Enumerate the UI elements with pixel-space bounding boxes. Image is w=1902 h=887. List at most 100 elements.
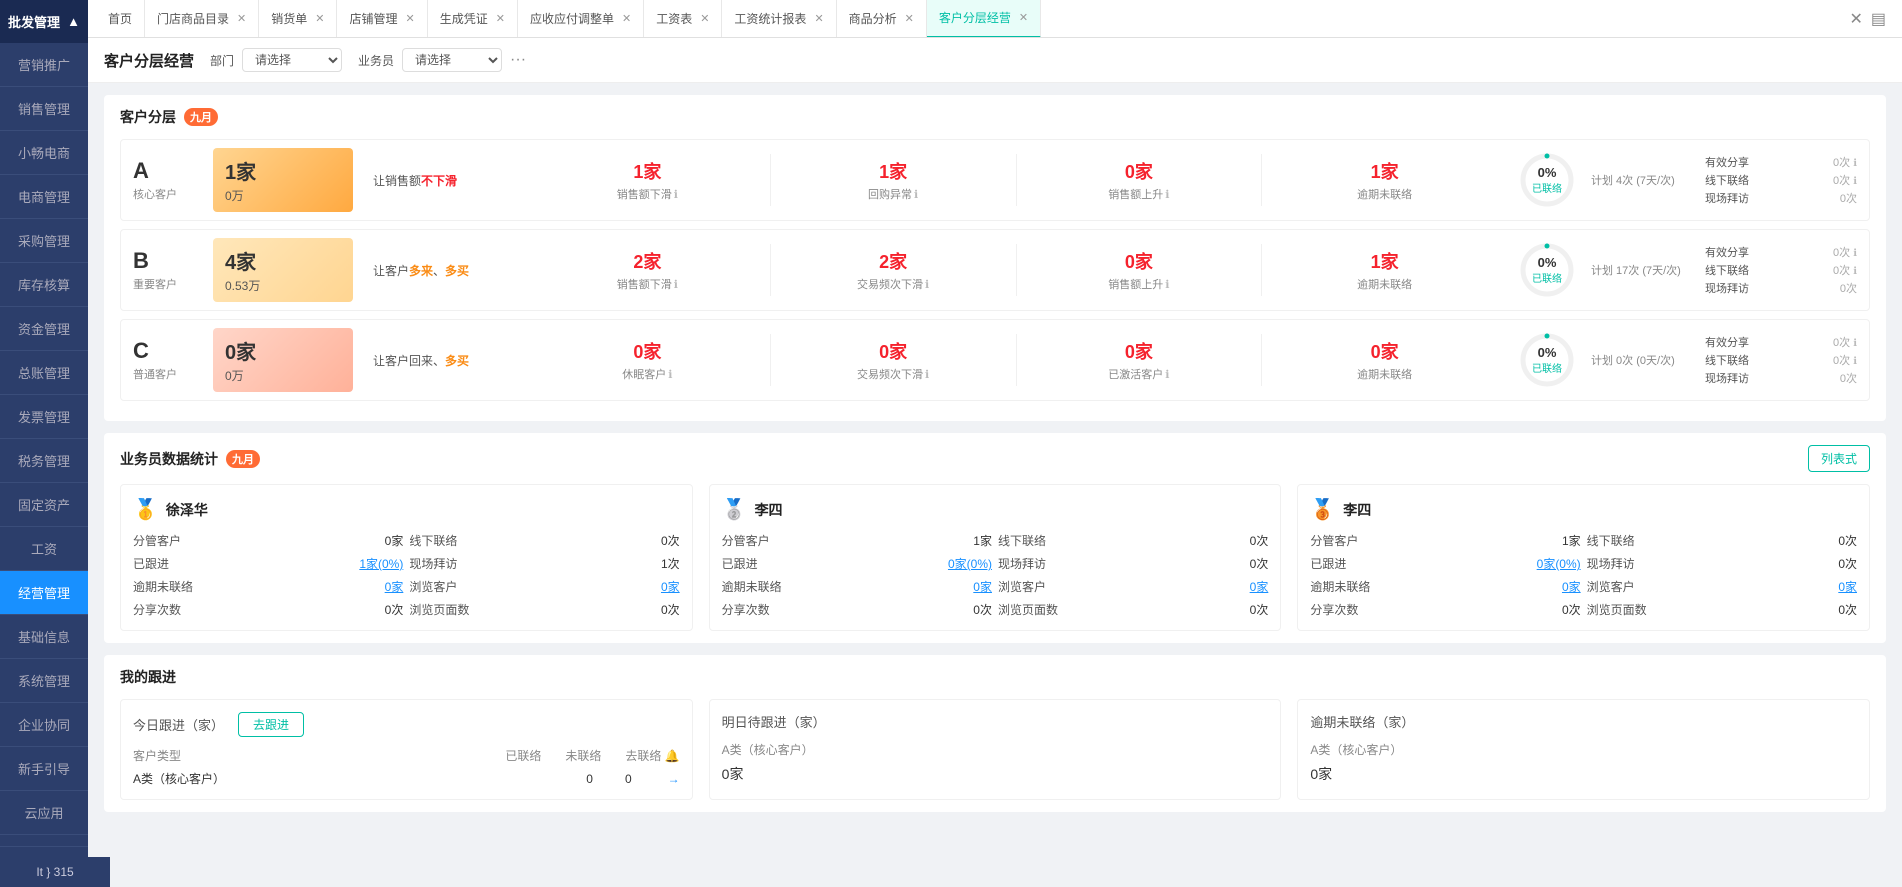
sidebar-item-invoice[interactable]: 发票管理 [0,395,88,439]
followup-today-row-a: A类（核心客户） 0 0 → [133,770,680,787]
sidebar-item-marketing[interactable]: 营销推广 [0,43,88,87]
tier-stat-a-1[interactable]: 1家 销售额下滑 ℹ [525,154,771,206]
sidebar-item-ecommerce-small[interactable]: 小畅电商 [0,131,88,175]
medal-1: 🥇 [133,497,158,522]
dept-filter-group: 部门 请选择 [210,48,342,72]
tier-row-b: B 重要客户 4家 0.53万 让客户多来、多买 2家 销售额下滑 ℹ 2 [120,229,1870,311]
tier-stat-b-3[interactable]: 0家 销售额上升 ℹ [1017,244,1263,296]
sidebar-item-cloud[interactable]: 云应用 [0,791,88,835]
tier-stats-a: 1家 销售额下滑 ℹ 1家 回购异常 ℹ 0家 销售额上升 ℹ 1家 逾期未联络 [525,154,1507,206]
dept-select[interactable]: 请选择 [242,48,342,72]
tomorrow-count: 0家 [722,764,1269,784]
go-contact-a[interactable]: → [668,772,680,786]
tier-stat-b-4[interactable]: 1家 逾期未联络 [1262,244,1507,296]
content-body: 客户分层 九月 A 核心客户 1家 0万 让销售额不下滑 1家 [88,83,1902,887]
sidebar-item-sales[interactable]: 销售管理 [0,87,88,131]
bottom-status: It } 315 [0,857,110,887]
sidebar-collapse-icon[interactable]: ▲ [67,14,80,29]
tier-stats-c: 0家 休眠客户 ℹ 0家 交易频次下滑 ℹ 0家 已激活客户 ℹ 0家 逾期未联… [525,334,1507,386]
sidebar-item-ecommerce[interactable]: 电商管理 [0,175,88,219]
tier-stat-c-1[interactable]: 0家 休眠客户 ℹ [525,334,771,386]
tier-label-a: A 核心客户 [133,158,213,202]
followup-today: 今日跟进（家） 去跟进 客户类型 已联络 未联络 去联络 🔔 A类（核心客户） … [120,699,693,800]
tab-ar-ap[interactable]: 应收应付调整单 ✕ [518,0,644,38]
biz-card-1: 🥇 徐泽华 分管客户0家 线下联络0次 已跟进1家(0%) 现场拜访1次 逾期未… [120,484,693,631]
medal-3: 🥉 [1310,497,1335,522]
tier-stat-b-1[interactable]: 2家 销售额下滑 ℹ [525,244,771,296]
followup-title: 我的跟进 [120,667,1870,687]
tab-store-management[interactable]: 店铺管理 ✕ [337,0,427,38]
content-header: 客户分层经营 部门 请选择 业务员 请选择 ··· [88,38,1902,83]
sidebar-item-finance[interactable]: 资金管理 [0,307,88,351]
medal-2: 🥈 [722,497,747,522]
tab-close-payroll-table[interactable]: ✕ [700,12,709,25]
tab-close-customer-tier[interactable]: ✕ [1019,11,1028,24]
tab-customer-tier[interactable]: 客户分层经营 ✕ [927,0,1041,38]
sidebar-item-operations[interactable]: 经营管理 [0,571,88,615]
sidebar-item-payroll[interactable]: 工资 [0,527,88,571]
tier-row-a: A 核心客户 1家 0万 让销售额不下滑 1家 销售额下滑 ℹ 1家 [120,139,1870,221]
tab-payroll-report[interactable]: 工资统计报表 ✕ [722,0,836,38]
sidebar-item-assets[interactable]: 固定资产 [0,483,88,527]
tier-stat-a-2[interactable]: 1家 回购异常 ℹ [771,154,1017,206]
tier-stats-b: 2家 销售额下滑 ℹ 2家 交易频次下滑 ℹ 0家 销售额上升 ℹ 1家 逾期未… [525,244,1507,296]
sidebar-item-guide[interactable]: 新手引导 [0,747,88,791]
sidebar-item-ledger[interactable]: 总账管理 [0,351,88,395]
tab-store-products[interactable]: 门店商品目录 ✕ [145,0,259,38]
tab-close-sales-order[interactable]: ✕ [315,12,324,25]
tier-label-c: C 普通客户 [133,338,213,382]
tier-plan-b: 计划 17次 (7天/次) [1587,262,1697,278]
tab-close-voucher[interactable]: ✕ [496,12,505,25]
overdue-count: 0家 [1310,764,1857,784]
tab-voucher[interactable]: 生成凭证 ✕ [428,0,518,38]
sidebar-item-basic[interactable]: 基础信息 [0,615,88,659]
biz-stats-2: 分管客户1家 线下联络0次 已跟进0家(0%) 现场拜访0次 逾期未联络0家 浏… [722,532,1269,618]
tier-stat-c-3[interactable]: 0家 已激活客户 ℹ [1017,334,1263,386]
dept-label: 部门 [210,52,234,69]
go-followup-button[interactable]: 去跟进 [238,712,304,737]
tab-product-analysis[interactable]: 商品分析 ✕ [837,0,927,38]
tier-stat-a-4[interactable]: 1家 逾期未联络 [1262,154,1507,206]
tier-right-b: 有效分享0次 ℹ 线下联络0次 ℹ 现场拜访0次 [1697,244,1857,296]
sidebar-item-system[interactable]: 系统管理 [0,659,88,703]
tab-action-close[interactable]: ✕ [1849,9,1862,29]
sidebar-item-purchase[interactable]: 采购管理 [0,219,88,263]
more-filter-icon[interactable]: ··· [510,51,526,69]
sidebar-item-collab[interactable]: 企业协同 [0,703,88,747]
tier-row-c: C 普通客户 0家 0万 让客户回来、多买 0家 休眠客户 ℹ 0家 [120,319,1870,401]
sales-label: 业务员 [358,52,394,69]
tab-sales-order[interactable]: 销货单 ✕ [259,0,337,38]
tab-close-store-products[interactable]: ✕ [237,12,246,25]
customer-month-badge: 九月 [184,108,218,126]
tier-plan-a: 计划 4次 (7天/次) [1587,172,1697,188]
followup-circle-b: 0% 已联络 [1507,240,1587,300]
biz-title: 业务员数据统计 九月 [120,449,260,469]
tier-stat-c-2[interactable]: 0家 交易频次下滑 ℹ [771,334,1017,386]
sidebar-item-inventory[interactable]: 库存核算 [0,263,88,307]
tab-close-product-analysis[interactable]: ✕ [905,12,914,25]
followup-circle-a: 0% 已联络 [1507,150,1587,210]
tier-stat-a-3[interactable]: 0家 销售额上升 ℹ [1017,154,1263,206]
sidebar: 批发管理 ▲ 营销推广 销售管理 小畅电商 电商管理 采购管理 库存核算 资金管… [0,0,88,887]
tier-stat-c-4[interactable]: 0家 逾期未联络 [1262,334,1507,386]
page-title: 客户分层经营 [104,50,194,71]
sales-select[interactable]: 请选择 [402,48,502,72]
tab-close-store-management[interactable]: ✕ [406,12,415,25]
list-view-button[interactable]: 列表式 [1808,445,1870,472]
tab-action-menu[interactable]: ▤ [1871,9,1886,29]
biz-card-3: 🥉 李四 分管客户1家 线下联络0次 已跟进0家(0%) 现场拜访0次 逾期未联… [1297,484,1870,631]
sidebar-item-tax[interactable]: 税务管理 [0,439,88,483]
biz-header: 业务员数据统计 九月 列表式 [120,445,1870,472]
tier-stat-b-2[interactable]: 2家 交易频次下滑 ℹ [771,244,1017,296]
customer-tier-title: 客户分层 九月 [120,107,1870,127]
tier-plan-c: 计划 0次 (0天/次) [1587,352,1697,368]
biz-month-badge: 九月 [226,450,260,468]
followup-circle-c: 0% 已联络 [1507,330,1587,390]
biz-section: 业务员数据统计 九月 列表式 🥇 徐泽华 分管客户0家 线下联络0次 已跟进1家… [104,433,1886,643]
sidebar-header[interactable]: 批发管理 ▲ [0,0,88,43]
main-area: 首页 门店商品目录 ✕ 销货单 ✕ 店铺管理 ✕ 生成凭证 ✕ 应收应付调整单 … [88,0,1902,887]
tab-close-payroll-report[interactable]: ✕ [814,12,823,25]
tab-close-ar-ap[interactable]: ✕ [622,12,631,25]
tab-home[interactable]: 首页 [96,0,145,38]
tab-payroll-table[interactable]: 工资表 ✕ [644,0,722,38]
